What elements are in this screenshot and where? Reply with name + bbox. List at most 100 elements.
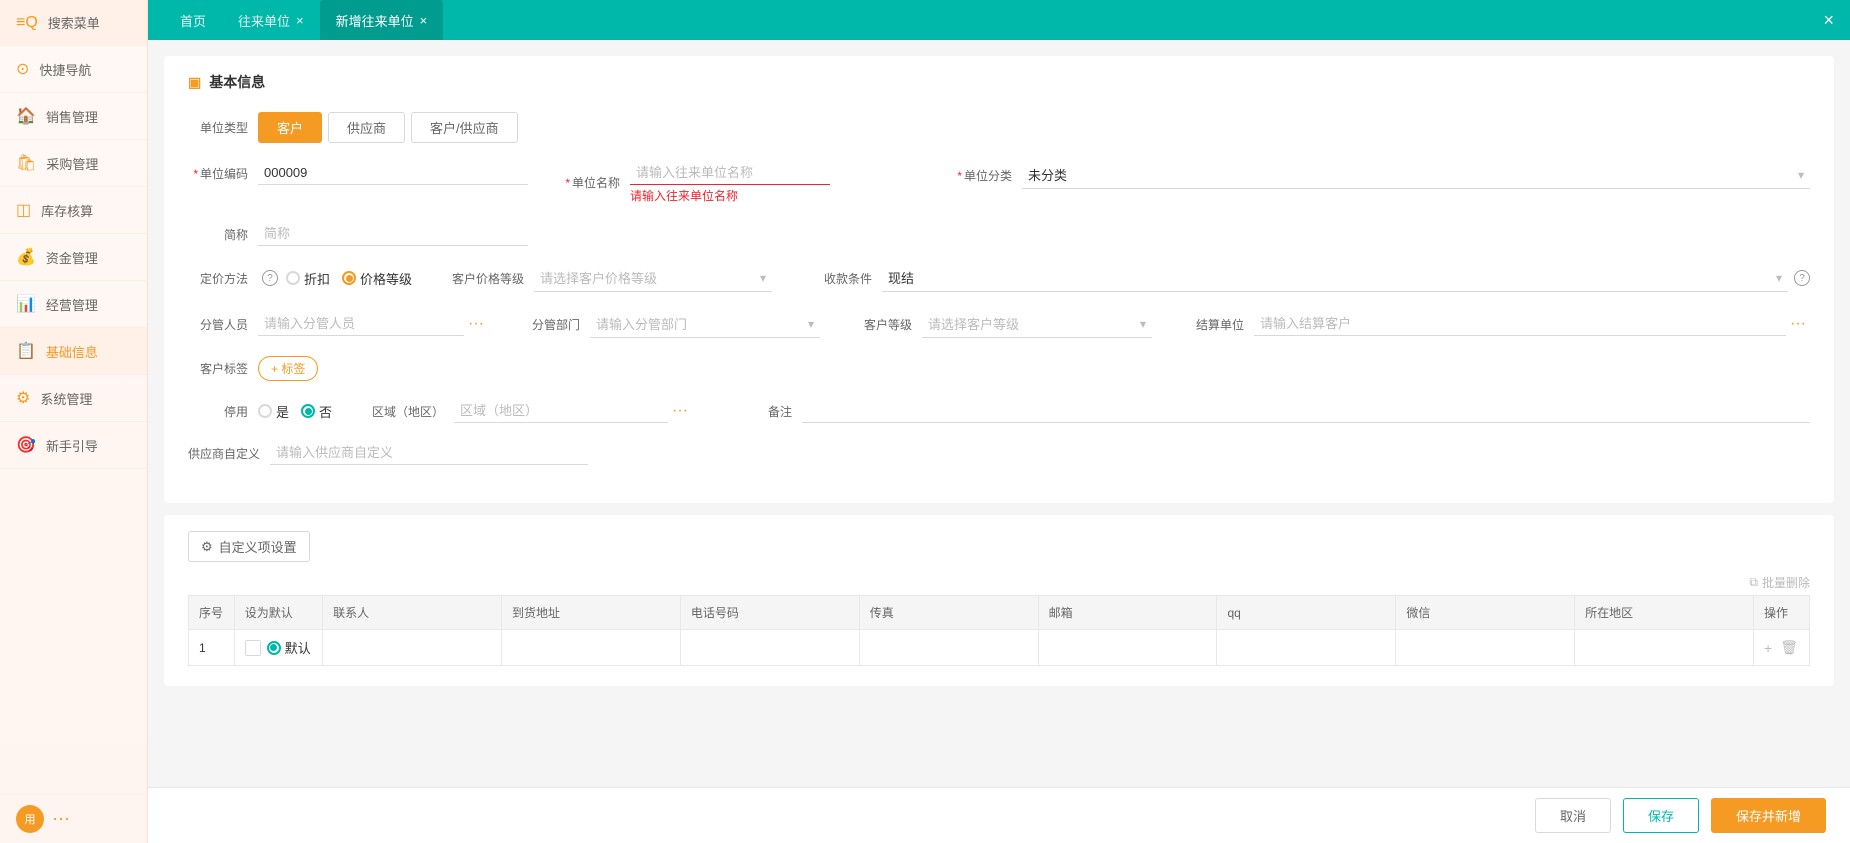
customer-level-label: 客户等级 [852, 316, 922, 333]
tab-new-partner-close[interactable]: × [420, 13, 428, 28]
code-name-category-row: *单位编码 *单位名称 请输入往来单位名称 [188, 161, 1810, 204]
tab-new-partner-label: 新增往来单位 [336, 11, 414, 30]
add-row-button[interactable]: + [1764, 640, 1772, 656]
payment-terms-field: 收款条件 现结 ▾ ? [812, 264, 1810, 292]
phone-input[interactable] [691, 641, 849, 655]
manager-more-btn[interactable]: ··· [464, 315, 488, 333]
cancel-button[interactable]: 取消 [1535, 798, 1611, 833]
content-area: ▣ 基本信息 单位类型 客户 供应商 客户/供应商 [148, 40, 1850, 787]
wechat-input[interactable] [1406, 641, 1564, 655]
unit-name-input[interactable] [630, 161, 830, 185]
btn-customer[interactable]: 客户 [258, 112, 322, 143]
delete-row-button[interactable]: 🗑 [1780, 639, 1798, 656]
unit-name-error: 请输入往来单位名称 [630, 187, 920, 204]
sidebar-expand-icon[interactable]: ⋯ [52, 809, 70, 830]
col-default: 设为默认 [234, 596, 322, 630]
col-action: 操作 [1754, 596, 1810, 630]
sidebar-item-system[interactable]: ⚙ 系统管理 [0, 375, 147, 422]
sidebar-item-basic[interactable]: 📋 基础信息 [0, 328, 147, 375]
cell-phone[interactable] [680, 630, 859, 666]
customer-level-select[interactable]: 请选择客户等级 ▾ [922, 310, 1152, 338]
sidebar-item-search[interactable]: ≡Q 搜索菜单 [0, 0, 147, 46]
unit-type-buttons: 客户 供应商 客户/供应商 [258, 112, 518, 143]
sidebar-item-quick-nav[interactable]: ⊙ 快捷导航 [0, 46, 147, 93]
main-content: 首页 往来单位 × 新增往来单位 × × ▣ 基本信息 单位类型 客户 [148, 0, 1850, 843]
unit-code-input[interactable] [258, 161, 528, 185]
tab-partners-close[interactable]: × [296, 13, 304, 28]
email-input[interactable] [1049, 641, 1207, 655]
disable-no-radio [301, 404, 315, 418]
region-input[interactable] [1585, 641, 1743, 655]
tab-partners[interactable]: 往来单位 × [222, 0, 320, 40]
save-new-button[interactable]: 保存并新增 [1711, 798, 1826, 833]
area-more-btn[interactable]: ··· [668, 402, 692, 420]
cell-wechat[interactable] [1396, 630, 1575, 666]
payment-terms-select[interactable]: 现结 ▾ [882, 264, 1788, 292]
sidebar-item-operations[interactable]: 📊 经营管理 [0, 281, 147, 328]
pricing-level-label: 价格等级 [360, 269, 412, 288]
dept-select[interactable]: 请输入分管部门 ▾ [590, 310, 820, 338]
add-tag-button[interactable]: + 标签 [258, 356, 318, 381]
supplier-custom-input[interactable] [270, 441, 588, 465]
guide-icon: 🎯 [16, 435, 36, 455]
search-icon: ≡Q [16, 14, 38, 32]
cell-contact[interactable] [323, 630, 502, 666]
disable-no-option[interactable]: 否 [301, 402, 332, 421]
short-name-label: 简称 [188, 226, 258, 243]
col-contact: 联系人 [323, 596, 502, 630]
header-bar: 首页 往来单位 × 新增往来单位 × × [148, 0, 1850, 40]
customer-price-select[interactable]: 请选择客户价格等级 ▾ [534, 264, 772, 292]
pricing-help-icon[interactable]: ? [262, 270, 278, 286]
tab-new-partner[interactable]: 新增往来单位 × [320, 0, 444, 40]
cell-fax[interactable] [859, 630, 1038, 666]
payment-terms-label: 收款条件 [812, 270, 882, 287]
disable-field: 停用 是 否 [188, 402, 332, 421]
pricing-discount-option[interactable]: 折扣 [286, 269, 330, 288]
address-input[interactable] [512, 641, 670, 655]
sidebar-label-purchase: 采购管理 [46, 154, 98, 173]
btn-supplier[interactable]: 供应商 [328, 112, 405, 143]
unit-type-row: 单位类型 客户 供应商 客户/供应商 [188, 112, 1810, 143]
batch-delete-button[interactable]: ⧉ 批量删除 [1749, 574, 1810, 591]
disable-yes-label: 是 [276, 402, 289, 421]
fax-input[interactable] [870, 641, 1028, 655]
settlement-input[interactable] [1254, 312, 1786, 336]
area-input[interactable] [454, 399, 668, 423]
dept-arrow: ▾ [808, 317, 814, 331]
unit-category-select[interactable]: 未分类 ▾ [1022, 161, 1810, 189]
default-radio-item[interactable]: 默认 [267, 638, 311, 657]
sidebar-item-inventory[interactable]: ◫ 库存核算 [0, 187, 147, 234]
row-checkbox[interactable] [245, 640, 261, 656]
custom-settings-button[interactable]: ⚙ 自定义项设置 [188, 531, 310, 562]
pricing-radio-group: 折扣 价格等级 [286, 269, 412, 288]
sidebar-item-sales[interactable]: 🏠 销售管理 [0, 93, 147, 140]
window-close-button[interactable]: × [1823, 10, 1834, 31]
sidebar-item-purchase[interactable]: 🛍 采购管理 [0, 140, 147, 187]
sidebar-item-finance[interactable]: 💰 资金管理 [0, 234, 147, 281]
disable-area-row: 停用 是 否 区域（地区） ··· [188, 399, 1810, 423]
default-cell: 默认 [245, 638, 312, 657]
bottom-bar: 取消 保存 保存并新增 [148, 787, 1850, 843]
customer-price-label: 客户价格等级 [452, 270, 534, 287]
cell-email[interactable] [1038, 630, 1217, 666]
payment-help-icon[interactable]: ? [1794, 270, 1810, 286]
default-label: 默认 [285, 638, 311, 657]
contact-input[interactable] [333, 641, 491, 655]
cell-qq[interactable] [1217, 630, 1396, 666]
pricing-level-option[interactable]: 价格等级 [342, 269, 412, 288]
custom-settings-label: 自定义项设置 [219, 537, 297, 556]
customer-level-arrow: ▾ [1140, 317, 1146, 331]
settlement-more-btn[interactable]: ··· [1786, 315, 1810, 333]
cell-region[interactable] [1575, 630, 1754, 666]
btn-both[interactable]: 客户/供应商 [411, 112, 518, 143]
remark-input[interactable] [802, 399, 1810, 423]
qq-input[interactable] [1227, 641, 1385, 655]
short-name-input[interactable] [258, 222, 528, 246]
manager-input[interactable] [258, 312, 464, 336]
disable-yes-option[interactable]: 是 [258, 402, 289, 421]
basic-info-section: ▣ 基本信息 单位类型 客户 供应商 客户/供应商 [164, 56, 1834, 503]
cell-address[interactable] [502, 630, 681, 666]
sidebar-item-guide[interactable]: 🎯 新手引导 [0, 422, 147, 469]
save-button[interactable]: 保存 [1623, 798, 1699, 833]
tab-home[interactable]: 首页 [164, 0, 222, 40]
